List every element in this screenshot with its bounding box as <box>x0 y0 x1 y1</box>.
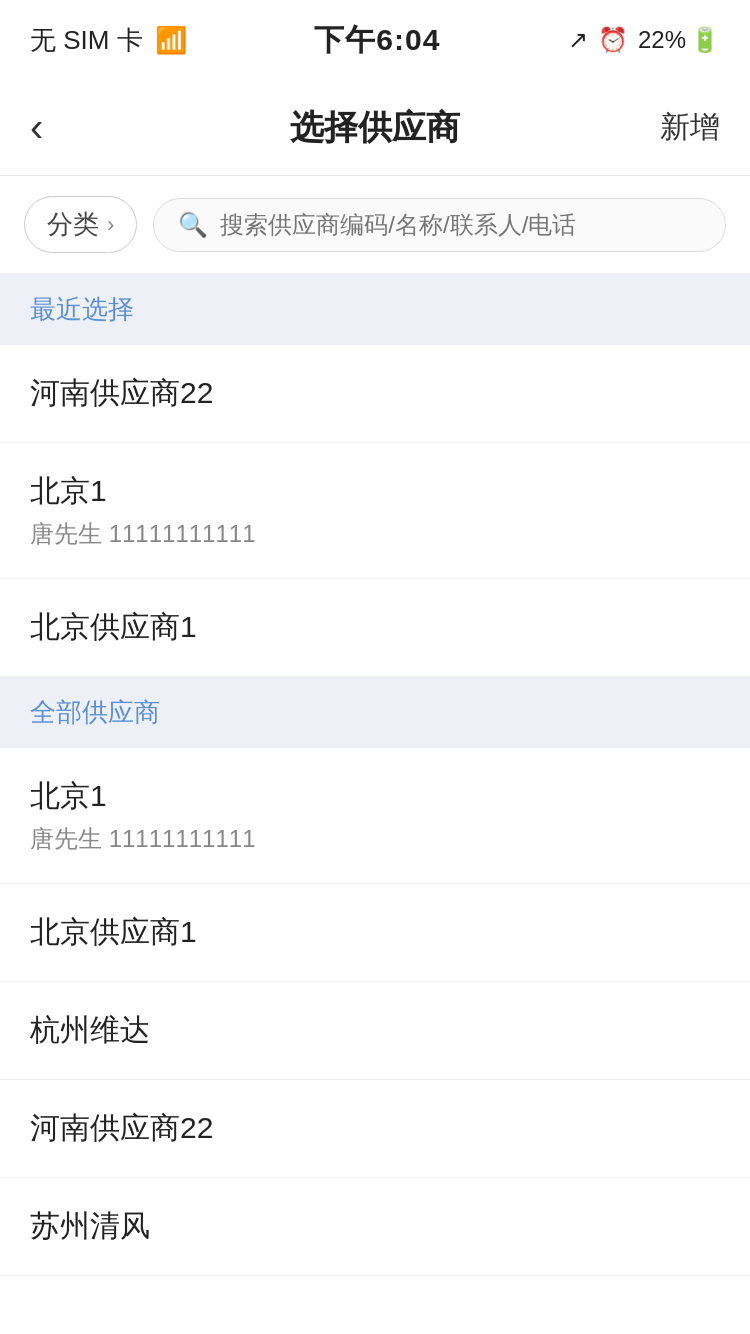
location-icon: ↗ <box>568 26 588 54</box>
supplier-name: 杭州维达 <box>30 1010 720 1051</box>
list-item[interactable]: 河南供应商22 <box>0 345 750 443</box>
list-item[interactable]: 河南供应商22 <box>0 1080 750 1178</box>
recent-section-header: 最近选择 <box>0 274 750 345</box>
nav-bar: ‹ 选择供应商 新增 <box>0 80 750 176</box>
wifi-icon: 📶 <box>155 25 187 56</box>
list-item[interactable]: 北京供应商1 <box>0 884 750 982</box>
category-label: 分类 <box>47 207 99 242</box>
search-box[interactable]: 🔍 <box>153 198 726 252</box>
supplier-name: 河南供应商22 <box>30 373 720 414</box>
chevron-right-icon: › <box>107 212 114 238</box>
supplier-name: 北京1 <box>30 776 720 817</box>
list-item[interactable]: 北京1 唐先生 11111111111 <box>0 443 750 579</box>
status-time: 下午6:04 <box>314 20 440 61</box>
list-item[interactable]: 北京供应商1 <box>0 579 750 677</box>
all-supplier-list: 北京1 唐先生 11111111111 北京供应商1 杭州维达河南供应商22 苏州清风 <box>0 748 750 1276</box>
battery-icon: 🔋 <box>690 26 720 54</box>
filter-bar: 分类 › 🔍 <box>0 176 750 274</box>
list-item[interactable]: 北京1 唐先生 11111111111 <box>0 748 750 884</box>
status-left: 无 SIM 卡 📶 <box>30 23 187 58</box>
category-button[interactable]: 分类 › <box>24 196 137 253</box>
supplier-sub: 唐先生 11111111111 <box>30 823 720 855</box>
battery-percent: 22% <box>638 26 686 54</box>
supplier-name: 苏州清风 <box>30 1206 720 1247</box>
back-button[interactable]: ‹ <box>30 105 90 150</box>
supplier-name: 河南供应商22 <box>30 1108 720 1149</box>
search-icon: 🔍 <box>178 211 208 239</box>
supplier-name: 北京供应商1 <box>30 912 720 953</box>
supplier-name: 北京供应商1 <box>30 607 720 648</box>
search-input[interactable] <box>220 211 701 239</box>
battery-indicator: 22% 🔋 <box>638 26 720 54</box>
all-section-header: 全部供应商 <box>0 677 750 748</box>
supplier-sub: 唐先生 11111111111 <box>30 518 720 550</box>
no-sim-text: 无 SIM 卡 <box>30 23 143 58</box>
recent-supplier-list: 河南供应商22 北京1 唐先生 11111111111 北京供应商1 <box>0 345 750 677</box>
list-item[interactable]: 苏州清风 <box>0 1178 750 1276</box>
page-title: 选择供应商 <box>290 105 460 151</box>
list-item[interactable]: 杭州维达 <box>0 982 750 1080</box>
add-button[interactable]: 新增 <box>660 107 720 148</box>
alarm-icon: ⏰ <box>598 26 628 54</box>
status-right: ↗ ⏰ 22% 🔋 <box>568 26 720 54</box>
supplier-name: 北京1 <box>30 471 720 512</box>
status-bar: 无 SIM 卡 📶 下午6:04 ↗ ⏰ 22% 🔋 <box>0 0 750 80</box>
